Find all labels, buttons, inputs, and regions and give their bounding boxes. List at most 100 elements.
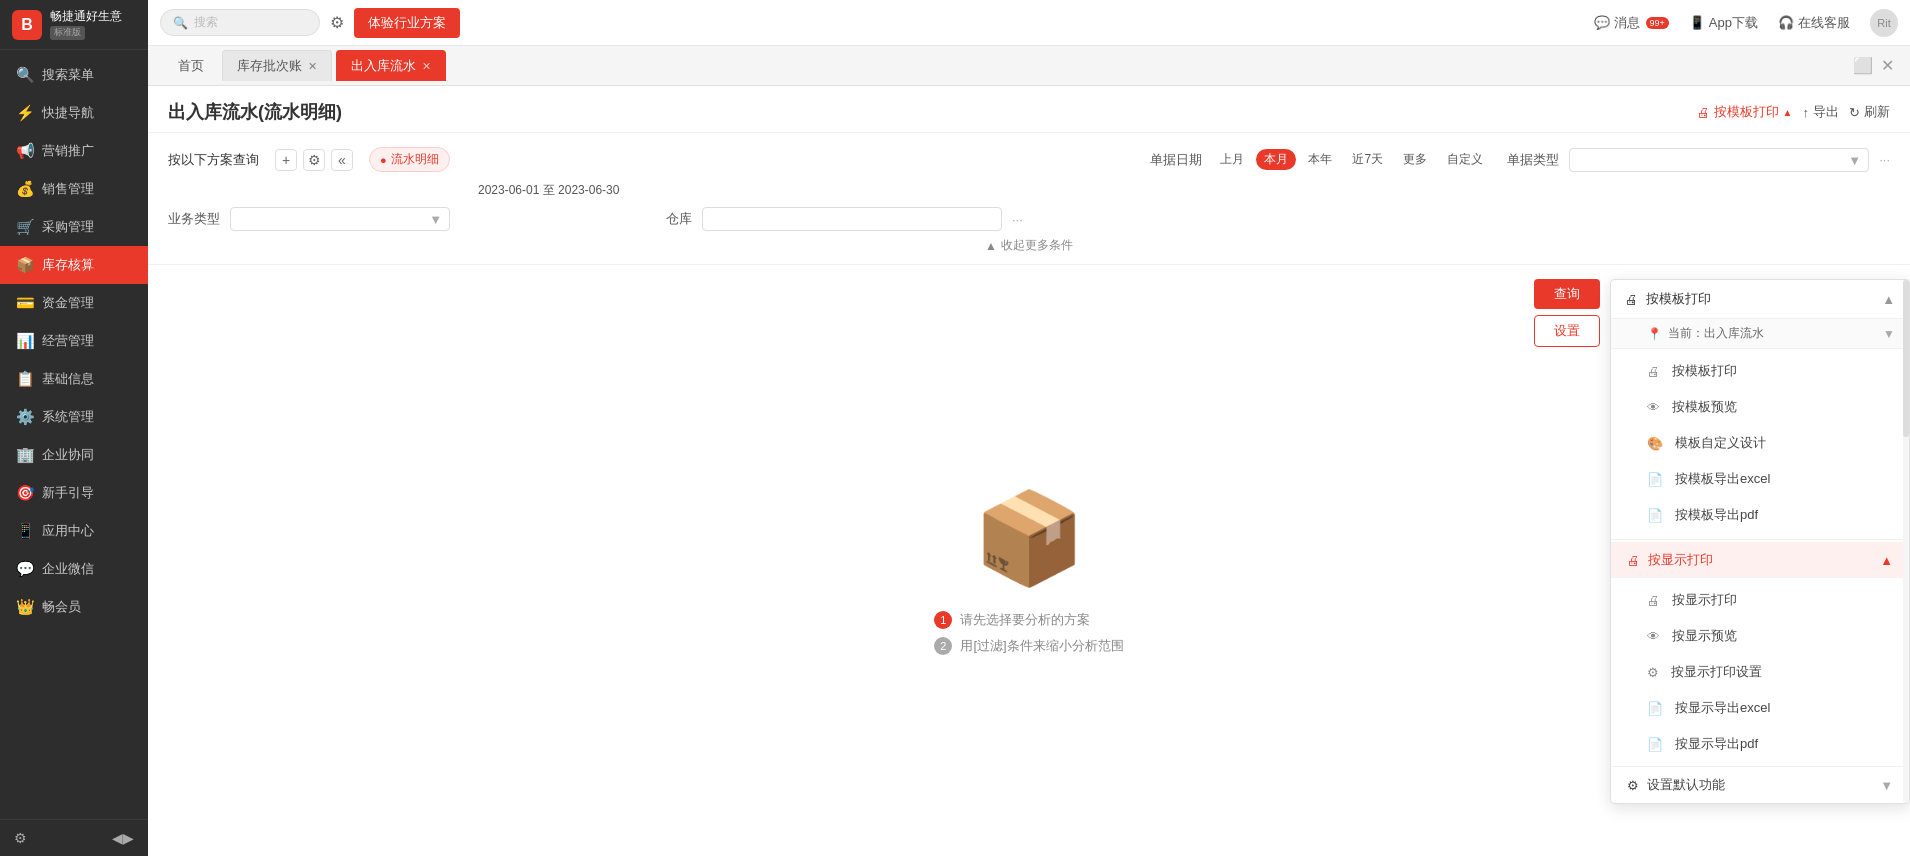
tab-inout-flow[interactable]: 出入库流水 ✕	[336, 50, 446, 81]
sidebar-item-inventory[interactable]: 📦 库存核算	[0, 246, 148, 284]
sidebar-item-finance[interactable]: 💳 资金管理	[0, 284, 148, 322]
tab-batch-account[interactable]: 库存批次账 ✕	[222, 50, 332, 81]
sidebar-item-purchase[interactable]: 🛒 采购管理	[0, 208, 148, 246]
doc-type-select[interactable]	[1569, 148, 1869, 172]
headset-icon: 🎧	[1778, 15, 1794, 30]
display-section-header[interactable]: 🖨 按显示打印 ▲	[1611, 542, 1909, 578]
clipboard-icon: 📋	[16, 370, 34, 388]
sidebar-nav: 🔍 搜索菜单 ⚡ 快捷导航 📢 营销推广 💰 销售管理 🛒 采购管理 📦 库存核…	[0, 50, 148, 819]
refresh-icon: ↻	[1849, 105, 1860, 120]
dropdown-item-template-excel[interactable]: 📄 按模板导出excel	[1611, 461, 1909, 497]
data-area: 查询 设置 📦 1 请先选择要分析的方案 2 用[过滤]条件来缩小分析范围	[148, 265, 1910, 856]
dropdown-item-template-print[interactable]: 🖨 按模板打印	[1611, 353, 1909, 389]
dropdown-scrollbar[interactable]	[1903, 280, 1909, 803]
filter-add-btn[interactable]: +	[275, 149, 297, 171]
money-icon: 💰	[16, 180, 34, 198]
sidebar-item-sales[interactable]: 💰 销售管理	[0, 170, 148, 208]
current-location: 📍 当前：出入库流水 ▼	[1611, 319, 1909, 349]
date-tabs: 上月 本月 本年 近7天 更多 自定义	[1212, 149, 1491, 170]
app-title: 畅捷通好生意 标准版	[50, 9, 122, 40]
sidebar-item-enterprise[interactable]: 🏢 企业协同	[0, 436, 148, 474]
sidebar-bottom: ⚙ ◀▶	[0, 819, 148, 856]
mobile-icon: 📱	[16, 522, 34, 540]
sidebar-item-member[interactable]: 👑 畅会员	[0, 588, 148, 626]
display-preview-icon: 👁	[1647, 629, 1660, 644]
date-tab-this-month[interactable]: 本月	[1256, 149, 1296, 170]
date-tab-more[interactable]: 更多	[1395, 149, 1435, 170]
filter-collapse-btn[interactable]: «	[331, 149, 353, 171]
message-btn[interactable]: 💬 消息 99+	[1594, 14, 1669, 32]
user-menu[interactable]: Rit	[1870, 9, 1898, 37]
doc-type-more-btn[interactable]: ···	[1879, 152, 1890, 167]
app-download-btn[interactable]: 📱 App下载	[1689, 14, 1758, 32]
dropdown-item-display-settings[interactable]: ⚙ 按显示打印设置	[1611, 654, 1909, 690]
header-left: 🔍 搜索 ⚙ 体验行业方案	[160, 8, 460, 38]
tab-maximize-btn[interactable]: ⬜	[1853, 56, 1873, 75]
collapse-conditions-btn[interactable]: ▲ 收起更多条件	[985, 237, 1073, 254]
display-excel-icon: 📄	[1647, 701, 1663, 716]
tab-bar-right: ⬜ ✕	[1853, 56, 1894, 75]
dropdown-header[interactable]: 🖨 按模板打印 ▲	[1611, 280, 1909, 319]
sidebar-item-basic[interactable]: 📋 基础信息	[0, 360, 148, 398]
dropdown-footer[interactable]: ⚙ 设置默认功能 ▼	[1611, 766, 1909, 803]
dropdown-item-template-pdf[interactable]: 📄 按模板导出pdf	[1611, 497, 1909, 533]
sidebar-item-quick-nav[interactable]: ⚡ 快捷导航	[0, 94, 148, 132]
design-icon: 🎨	[1647, 436, 1663, 451]
template-section: 🖨 按模板打印 👁 按模板预览 🎨 模板自定义设计 📄 按模板导出excel	[1611, 349, 1909, 537]
sidebar-item-guide[interactable]: 🎯 新手引导	[0, 474, 148, 512]
refresh-btn[interactable]: ↻ 刷新	[1849, 103, 1890, 121]
online-service-btn[interactable]: 🎧 在线客服	[1778, 14, 1850, 32]
dropdown-item-display-print[interactable]: 🖨 按显示打印	[1611, 582, 1909, 618]
business-type-select[interactable]	[230, 207, 450, 231]
industry-btn[interactable]: 体验行业方案	[354, 8, 460, 38]
date-tab-this-year[interactable]: 本年	[1300, 149, 1340, 170]
dropdown-item-template-preview[interactable]: 👁 按模板预览	[1611, 389, 1909, 425]
preview-icon: 👁	[1647, 400, 1660, 415]
header-search[interactable]: 🔍 搜索	[160, 9, 320, 36]
display-pdf-icon: 📄	[1647, 737, 1663, 752]
dropdown-item-display-pdf[interactable]: 📄 按显示导出pdf	[1611, 726, 1909, 762]
filter-chip[interactable]: ● 流水明细	[369, 147, 450, 172]
query-btn[interactable]: 查询	[1534, 279, 1600, 309]
sidebar-item-system[interactable]: ⚙️ 系统管理	[0, 398, 148, 436]
dropdown-item-template-custom[interactable]: 🎨 模板自定义设计	[1611, 425, 1909, 461]
business-type-select-wrapper: ▼	[230, 207, 450, 231]
user-avatar: Rit	[1870, 9, 1898, 37]
settings-bottom-btn[interactable]: ⚙	[14, 830, 27, 846]
filter-settings-btn[interactable]: ⚙	[303, 149, 325, 171]
header-gear-btn[interactable]: ⚙	[330, 13, 344, 32]
tab-close-btn[interactable]: ✕	[1881, 56, 1894, 75]
dropdown-item-display-excel[interactable]: 📄 按显示导出excel	[1611, 690, 1909, 726]
date-tab-custom[interactable]: 自定义	[1439, 149, 1491, 170]
setup-btn[interactable]: 设置	[1534, 315, 1600, 347]
sidebar-item-marketing[interactable]: 📢 营销推广	[0, 132, 148, 170]
dropdown-chevron-icon[interactable]: ▲	[1882, 292, 1895, 307]
tab-close-batch-account[interactable]: ✕	[308, 60, 317, 73]
header-search-icon: 🔍	[173, 16, 188, 30]
export-btn[interactable]: ↑ 导出	[1803, 103, 1840, 121]
date-tab-last-month[interactable]: 上月	[1212, 149, 1252, 170]
export-icon: ↑	[1803, 105, 1810, 120]
sidebar-item-search[interactable]: 🔍 搜索菜单	[0, 56, 148, 94]
warehouse-select[interactable]	[702, 207, 1002, 231]
chart-icon: 📊	[16, 332, 34, 350]
warehouse-section: 仓库 ···	[666, 207, 1023, 231]
message-icon: 💬	[1594, 15, 1610, 30]
tab-home[interactable]: 首页	[164, 51, 218, 81]
empty-state: 📦 1 请先选择要分析的方案 2 用[过滤]条件来缩小分析范围	[934, 486, 1123, 655]
sidebar-item-app-center[interactable]: 📱 应用中心	[0, 512, 148, 550]
dropdown-item-display-preview[interactable]: 👁 按显示预览	[1611, 618, 1909, 654]
hint-2-badge: 2	[934, 637, 952, 655]
print-template-btn[interactable]: 🖨 按模板打印 ▲	[1697, 103, 1793, 121]
dropdown-header-left: 🖨 按模板打印	[1625, 290, 1711, 308]
business-type-section: 业务类型 ▼	[168, 207, 450, 231]
chevron-up-icon: ▲	[1783, 107, 1793, 118]
date-tab-7days[interactable]: 近7天	[1344, 149, 1391, 170]
warehouse-more-btn[interactable]: ···	[1012, 212, 1023, 227]
collapse-sidebar-btn[interactable]: ◀▶	[112, 830, 134, 846]
filter-label: 按以下方案查询	[168, 151, 259, 169]
sidebar-item-operations[interactable]: 📊 经营管理	[0, 322, 148, 360]
current-chevron-icon: ▼	[1883, 327, 1895, 341]
sidebar-item-wechat[interactable]: 💬 企业微信	[0, 550, 148, 588]
tab-close-inout-flow[interactable]: ✕	[422, 60, 431, 73]
